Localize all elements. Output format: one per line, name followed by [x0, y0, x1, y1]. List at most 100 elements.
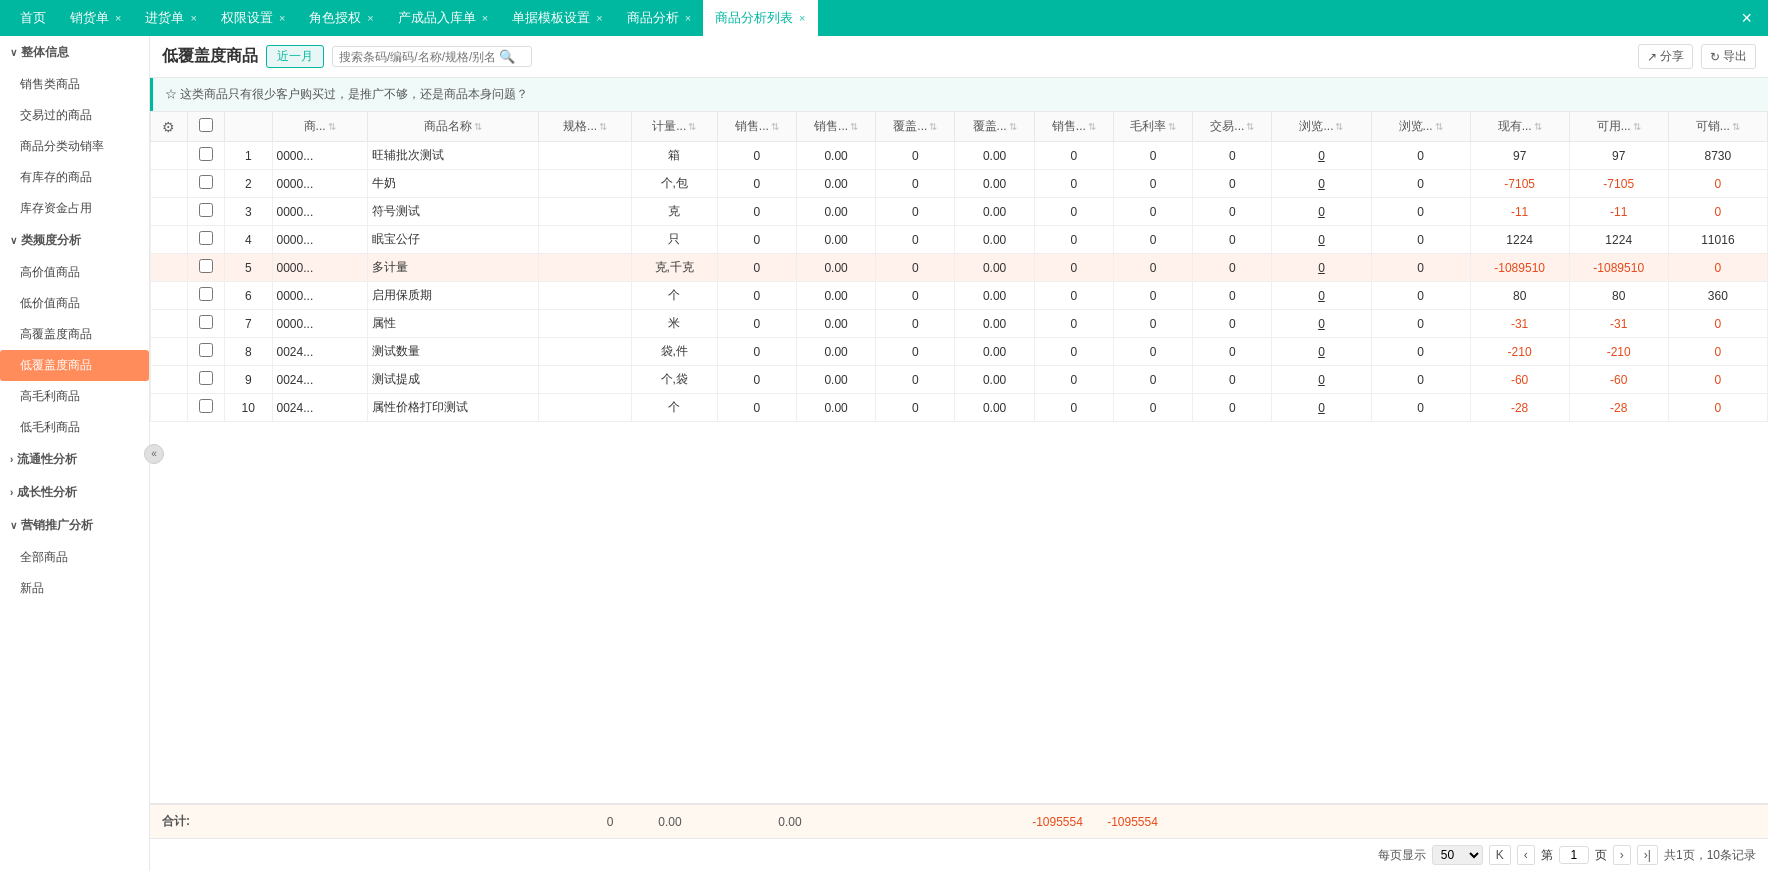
num-cell: 1: [224, 142, 272, 170]
browse1-cell[interactable]: 0: [1272, 394, 1371, 422]
nav-close-roles[interactable]: ×: [367, 12, 373, 24]
gross-rate-col-header[interactable]: 毛利率⇅: [1113, 112, 1192, 142]
nav-close-analysis-list[interactable]: ×: [799, 12, 805, 24]
nav-item-permissions[interactable]: 权限设置×: [209, 0, 297, 36]
sales-x-col-header[interactable]: 销售...⇅: [1034, 112, 1113, 142]
nav-item-roles[interactable]: 角色授权×: [297, 0, 385, 36]
window-close-btn[interactable]: ×: [1733, 8, 1760, 29]
browse1-cell[interactable]: 0: [1272, 226, 1371, 254]
trade-col-header[interactable]: 交易...⇅: [1193, 112, 1272, 142]
sellable-col-header[interactable]: 可销...⇅: [1668, 112, 1767, 142]
first-page-button[interactable]: K: [1489, 845, 1511, 865]
page-number-input[interactable]: [1559, 846, 1589, 864]
checkbox-cell[interactable]: [187, 338, 224, 366]
sidebar-item-high-coverage[interactable]: 高覆盖度商品: [0, 319, 149, 350]
last-page-button[interactable]: ›|: [1637, 845, 1658, 865]
checkbox-cell[interactable]: [187, 142, 224, 170]
nav-close-products[interactable]: ×: [482, 12, 488, 24]
checkbox-cell[interactable]: [187, 198, 224, 226]
prev-page-button[interactable]: ‹: [1517, 845, 1535, 865]
nav-item-template[interactable]: 单据模板设置×: [500, 0, 614, 36]
browse1-cell[interactable]: 0: [1272, 170, 1371, 198]
name-col-header[interactable]: 商品名称⇅: [367, 112, 539, 142]
browse1-cell[interactable]: 0: [1272, 310, 1371, 338]
sales-qty-col-header[interactable]: 销售...⇅: [717, 112, 796, 142]
sidebar-item-high-profit[interactable]: 高毛利商品: [0, 381, 149, 412]
row-checkbox[interactable]: [199, 231, 213, 245]
sidebar-section-freq-analysis[interactable]: ∨类频度分析: [0, 224, 149, 257]
browse1-col-header[interactable]: 浏览...⇅: [1272, 112, 1371, 142]
row-checkbox[interactable]: [199, 147, 213, 161]
nav-item-purchase[interactable]: 进货单×: [133, 0, 208, 36]
available-col-header[interactable]: 可用...⇅: [1569, 112, 1668, 142]
sidebar-section-flow-analysis[interactable]: ›流通性分析: [0, 443, 149, 476]
nav-close-analysis[interactable]: ×: [685, 12, 691, 24]
sidebar-item-sales-goods[interactable]: 销售类商品: [0, 69, 149, 100]
sidebar-section-overview[interactable]: ∨整体信息: [0, 36, 149, 69]
nav-close-sales[interactable]: ×: [115, 12, 121, 24]
sidebar-item-stock-goods[interactable]: 有库存的商品: [0, 162, 149, 193]
browse1-cell[interactable]: 0: [1272, 338, 1371, 366]
row-checkbox[interactable]: [199, 175, 213, 189]
sidebar-section-marketing-analysis[interactable]: ∨营销推广分析: [0, 509, 149, 542]
nav-item-home[interactable]: 首页: [8, 0, 58, 36]
coverage2-col-header[interactable]: 覆盖...⇅: [955, 112, 1034, 142]
current-col-header[interactable]: 现有...⇅: [1470, 112, 1569, 142]
checkbox-cell[interactable]: [187, 170, 224, 198]
settings-col-header[interactable]: ⚙: [151, 112, 188, 142]
nav-close-permissions[interactable]: ×: [279, 12, 285, 24]
sidebar-item-traded-goods[interactable]: 交易过的商品: [0, 100, 149, 131]
checkbox-cell[interactable]: [187, 366, 224, 394]
share-button[interactable]: ↗ 分享: [1638, 44, 1693, 69]
table-wrapper[interactable]: ⚙ 商...⇅ 商品名称⇅ 规格...⇅ 计量...⇅ 销售...⇅ 销售...…: [150, 111, 1768, 803]
collapse-sidebar-button[interactable]: «: [144, 444, 164, 464]
row-checkbox[interactable]: [199, 315, 213, 329]
search-input[interactable]: [339, 50, 499, 64]
next-page-button[interactable]: ›: [1613, 845, 1631, 865]
select-all-checkbox[interactable]: [199, 118, 213, 132]
nav-close-template[interactable]: ×: [596, 12, 602, 24]
sidebar-item-all-goods[interactable]: 全部商品: [0, 542, 149, 573]
spec-cell: [539, 282, 631, 310]
sidebar-section-growth-analysis[interactable]: ›成长性分析: [0, 476, 149, 509]
browse2-col-header[interactable]: 浏览...⇅: [1371, 112, 1470, 142]
checkbox-cell[interactable]: [187, 394, 224, 422]
sidebar-item-low-value[interactable]: 低价值商品: [0, 288, 149, 319]
nav-item-analysis[interactable]: 商品分析×: [615, 0, 703, 36]
row-checkbox[interactable]: [199, 203, 213, 217]
code-col-header[interactable]: 商...⇅: [272, 112, 367, 142]
sidebar-item-low-profit[interactable]: 低毛利商品: [0, 412, 149, 443]
sales-amt-col-header[interactable]: 销售...⇅: [796, 112, 875, 142]
checkbox-cell[interactable]: [187, 226, 224, 254]
row-checkbox[interactable]: [199, 371, 213, 385]
settings-icon[interactable]: ⚙: [162, 119, 175, 135]
row-checkbox[interactable]: [199, 399, 213, 413]
browse1-cell[interactable]: 0: [1272, 142, 1371, 170]
sidebar-item-low-coverage[interactable]: 低覆盖度商品: [0, 350, 149, 381]
sidebar-item-sales-dynamic[interactable]: 商品分类动销率: [0, 131, 149, 162]
browse1-cell[interactable]: 0: [1272, 254, 1371, 282]
nav-item-sales[interactable]: 销货单×: [58, 0, 133, 36]
row-checkbox[interactable]: [199, 287, 213, 301]
checkbox-cell[interactable]: [187, 254, 224, 282]
export-button[interactable]: ↻ 导出: [1701, 44, 1756, 69]
row-checkbox[interactable]: [199, 259, 213, 273]
browse1-cell[interactable]: 0: [1272, 366, 1371, 394]
spec-col-header[interactable]: 规格...⇅: [539, 112, 631, 142]
page-size-select[interactable]: 50 20 100: [1432, 845, 1483, 865]
sidebar-item-stock-capital[interactable]: 库存资金占用: [0, 193, 149, 224]
coverage1-col-header[interactable]: 覆盖...⇅: [876, 112, 955, 142]
checkbox-col-header[interactable]: [187, 112, 224, 142]
browse1-cell[interactable]: 0: [1272, 198, 1371, 226]
nav-close-purchase[interactable]: ×: [190, 12, 196, 24]
sidebar-item-high-value[interactable]: 高价值商品: [0, 257, 149, 288]
checkbox-cell[interactable]: [187, 310, 224, 338]
sidebar-item-new-goods[interactable]: 新品: [0, 573, 149, 604]
browse1-cell[interactable]: 0: [1272, 282, 1371, 310]
nav-item-products[interactable]: 产成品入库单×: [386, 0, 500, 36]
checkbox-cell[interactable]: [187, 282, 224, 310]
row-checkbox[interactable]: [199, 343, 213, 357]
time-filter-button[interactable]: 近一月: [266, 45, 324, 68]
nav-item-analysis-list[interactable]: 商品分析列表×: [703, 0, 817, 36]
unit-col-header[interactable]: 计量...⇅: [631, 112, 717, 142]
